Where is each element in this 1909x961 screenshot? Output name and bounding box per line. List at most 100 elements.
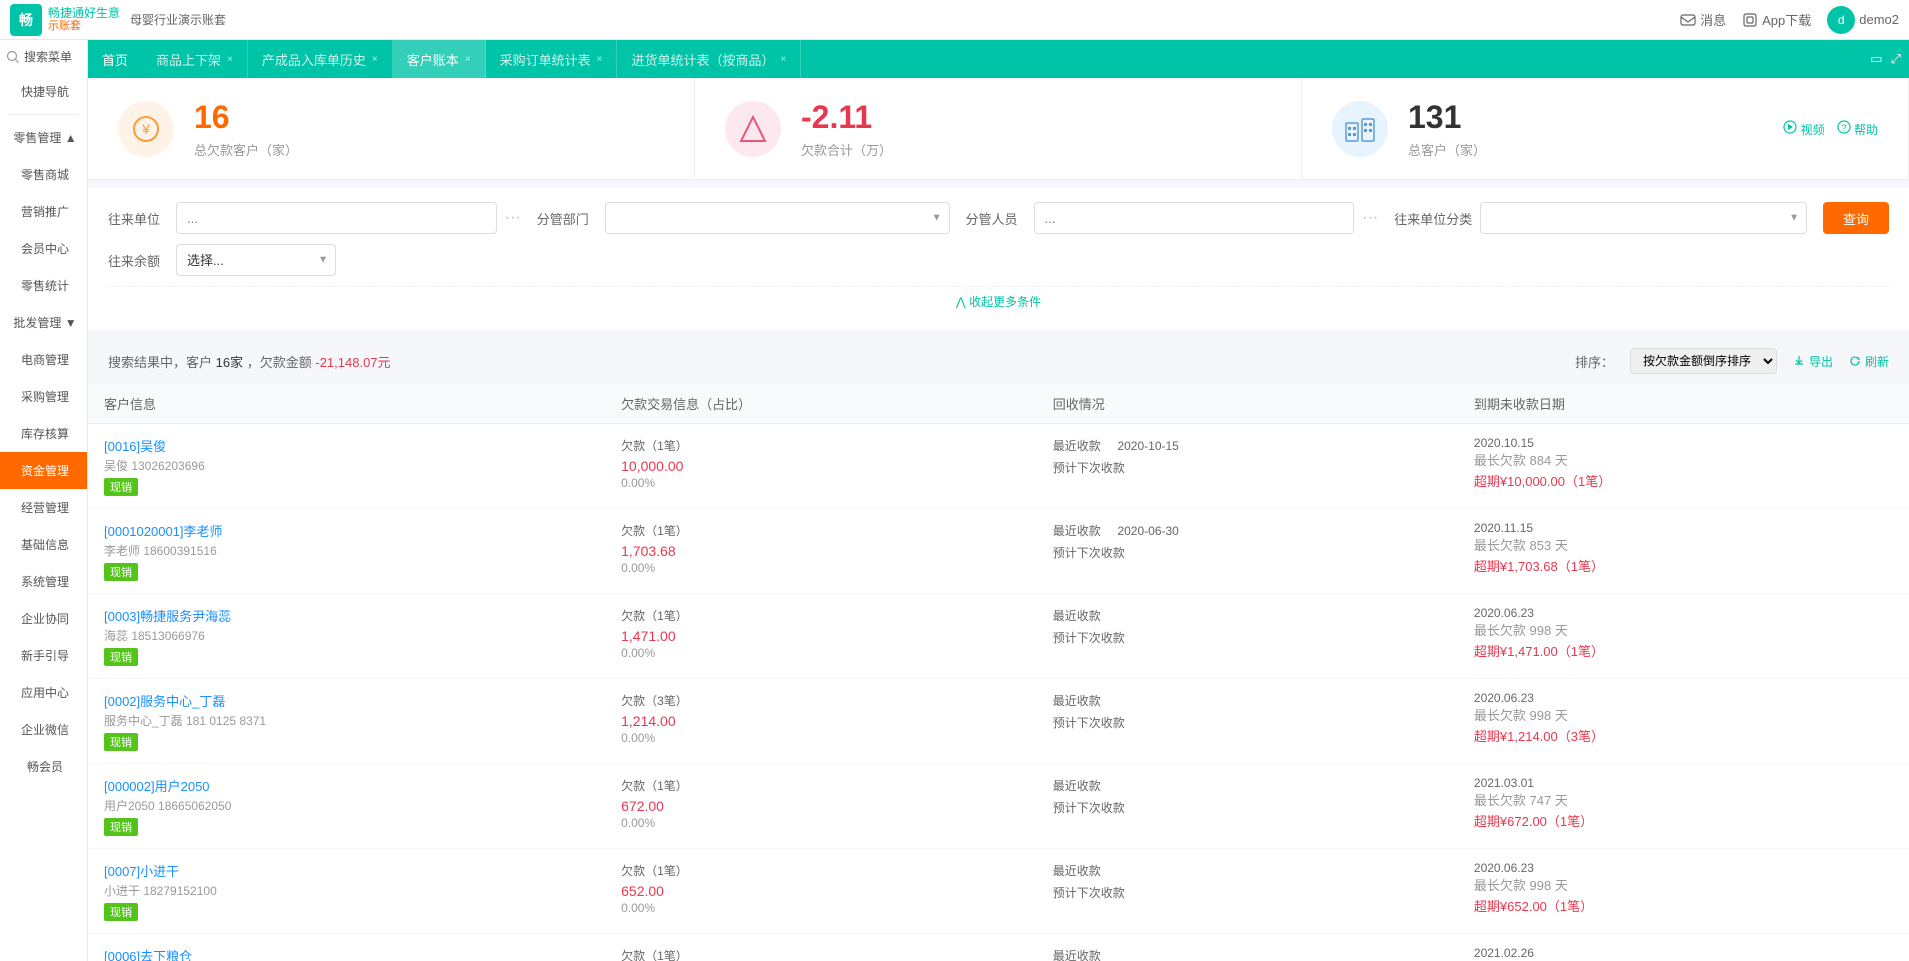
- due-date: 2020.10.15: [1474, 436, 1893, 450]
- sidebar-item-marketing[interactable]: 营销推广: [0, 193, 87, 230]
- sidebar-item-app-center[interactable]: 应用中心: [0, 674, 87, 711]
- tab-close-purchase-order[interactable]: ×: [597, 54, 603, 65]
- tab-inbound-stats[interactable]: 进货单统计表（按商品） ×: [617, 40, 801, 78]
- counterpart-unit-input[interactable]: [176, 202, 497, 234]
- logo-text: 畅捷通好生意: [48, 6, 120, 20]
- debt-count: 欠款（1笔）: [621, 776, 1021, 798]
- sort-select[interactable]: 按欠款金额倒序排序: [1630, 348, 1777, 374]
- manager-input[interactable]: [1034, 202, 1355, 234]
- sidebar-item-member-center[interactable]: 会员中心: [0, 230, 87, 267]
- tab-customer-account[interactable]: 客户账本 ×: [393, 40, 486, 78]
- sidebar-item-member-plus[interactable]: 畅会员: [0, 748, 87, 785]
- sidebar-item-retail-mgmt[interactable]: 零售管理 ▲: [0, 119, 87, 156]
- sidebar-item-new-guide[interactable]: 新手引导: [0, 637, 87, 674]
- overdue-amount[interactable]: 超期¥1,471.00（1笔）: [1474, 641, 1893, 660]
- due-date: 2021.03.01: [1474, 776, 1893, 790]
- overdue-days: 最长欠款 998 天: [1474, 620, 1893, 639]
- results-bar: 搜索结果中，客户 16家 ，欠款金额 -21,148.07元 排序： 按欠款金额…: [88, 338, 1909, 384]
- debt-ratio: 0.00%: [621, 476, 1021, 490]
- message-btn[interactable]: 消息: [1680, 10, 1726, 29]
- stat-content-overdue-amount: -2.11 欠款合计（万）: [801, 98, 892, 159]
- sidebar-item-quick-nav[interactable]: 快捷导航: [0, 73, 87, 110]
- stat-card-overdue-customers: ¥ 16 总欠款客户（家）: [88, 78, 695, 179]
- tab-purchase-order[interactable]: 采购订单统计表 ×: [486, 40, 618, 78]
- cell-customer-info: [000002]用户2050 用户2050 18665062050 现销: [88, 764, 605, 849]
- tab-minimize-btn[interactable]: ▭: [1870, 51, 1882, 67]
- customer-name-link[interactable]: [0016]吴俊: [104, 439, 166, 454]
- sidebar-search[interactable]: 搜索菜单: [0, 40, 87, 73]
- customer-name-link[interactable]: [0007]小进干: [104, 864, 179, 879]
- cell-due-date: 2020.11.15 最长欠款 853 天 超期¥1,703.68（1笔）: [1458, 509, 1909, 594]
- tab-production-history[interactable]: 产成品入库单历史 ×: [248, 40, 393, 78]
- data-table-wrapper: 客户信息 欠款交易信息（占比） 回收情况 到期未收款日期 [0016]吴俊 吴俊…: [88, 384, 1909, 961]
- user-avatar[interactable]: d demo2: [1827, 6, 1899, 34]
- counterpart-unit-dots[interactable]: ···: [505, 209, 521, 227]
- tab-maximize-btn[interactable]: ⤢: [1891, 51, 1901, 67]
- svg-text:?: ?: [1841, 123, 1846, 133]
- sidebar-item-inventory[interactable]: 库存核算: [0, 415, 87, 452]
- unit-class-select[interactable]: [1480, 202, 1807, 234]
- table-row: [0001020001]李老师 李老师 18600391516 现销 欠款（1笔…: [88, 509, 1909, 594]
- query-button[interactable]: 查询: [1823, 202, 1889, 234]
- stat-card-total-customers: 131 总客户（家） 视频 ? 帮助: [1302, 78, 1909, 179]
- stat-number-overdue-customers: 16: [194, 98, 298, 136]
- debt-count: 欠款（1笔）: [621, 861, 1021, 883]
- overdue-days: 最长欠款 884 天: [1474, 450, 1893, 469]
- customer-phone: 吴俊 13026203696: [104, 457, 589, 474]
- customer-name-link[interactable]: [000002]用户2050: [104, 779, 210, 794]
- debt-count: 欠款（1笔）: [621, 521, 1021, 543]
- stat-label-overdue-amount: 欠款合计（万）: [801, 140, 892, 159]
- video-btn[interactable]: 视频: [1783, 120, 1824, 138]
- cell-customer-info: [0002]服务中心_丁磊 服务中心_丁磊 181 0125 8371 现销: [88, 679, 605, 764]
- dept-select[interactable]: [605, 202, 950, 234]
- tab-products-off[interactable]: 商品上下架 ×: [142, 40, 248, 78]
- company-selector[interactable]: 母婴行业演示账套: [130, 11, 226, 28]
- manager-dots[interactable]: ···: [1362, 209, 1378, 227]
- cell-debt-info: 欠款（1笔） 672.00 0.00%: [605, 764, 1037, 849]
- customer-phone: 小进干 18279152100: [104, 882, 589, 899]
- balance-select[interactable]: 选择...: [176, 244, 336, 276]
- sort-label: 排序：: [1575, 352, 1614, 371]
- tab-close-inbound-stats[interactable]: ×: [780, 54, 786, 65]
- customer-name-link[interactable]: [0003]畅捷服务尹海蕊: [104, 609, 231, 624]
- tab-close-production-history[interactable]: ×: [372, 54, 378, 65]
- tab-close-customer-account[interactable]: ×: [465, 54, 471, 65]
- top-bar: 畅 畅捷通好生意 示账套 母婴行业演示账套 消息 App下载 d demo2: [0, 0, 1909, 40]
- sidebar-item-retail-stats[interactable]: 零售统计: [0, 267, 87, 304]
- collapse-more-btn[interactable]: ⋀ 收起更多条件: [108, 286, 1889, 316]
- main-layout: 搜索菜单 快捷导航 零售管理 ▲ 零售商城 营销推广 会员中心 零售统计 批发: [0, 40, 1909, 961]
- help-btn[interactable]: ? 帮助: [1837, 120, 1878, 138]
- sidebar-item-retail-mall[interactable]: 零售商城: [0, 156, 87, 193]
- sidebar-item-batch-mgmt[interactable]: 批发管理 ▼: [0, 304, 87, 341]
- last-collect-label: 最近收款: [1053, 776, 1442, 798]
- sidebar-item-system-mgmt[interactable]: 系统管理: [0, 563, 87, 600]
- tab-home[interactable]: 首页: [88, 40, 142, 78]
- overdue-amount[interactable]: 超期¥652.00（1笔）: [1474, 896, 1893, 915]
- filter-counterpart-unit: 往来单位 ···: [108, 202, 521, 234]
- refresh-btn[interactable]: 刷新: [1849, 353, 1889, 370]
- debt-ratio: 0.00%: [621, 731, 1021, 745]
- app-download-btn[interactable]: App下载: [1742, 10, 1811, 29]
- customer-name-link[interactable]: [0002]服务中心_丁磊: [104, 694, 225, 709]
- sidebar-item-enterprise-collab[interactable]: 企业协同: [0, 600, 87, 637]
- debt-amount: 652.00: [621, 883, 1021, 899]
- sidebar-item-basic-info[interactable]: 基础信息: [0, 526, 87, 563]
- customer-name-link[interactable]: [0001020001]李老师: [104, 524, 223, 539]
- sidebar-item-enterprise-wechat[interactable]: 企业微信: [0, 711, 87, 748]
- sidebar-item-finance-mgmt[interactable]: 资金管理: [0, 452, 87, 489]
- export-btn[interactable]: 导出: [1793, 353, 1833, 370]
- overdue-amount[interactable]: 超期¥1,214.00（3笔）: [1474, 726, 1893, 745]
- overdue-amount[interactable]: 超期¥672.00（1笔）: [1474, 811, 1893, 830]
- last-collect-label: 最近收款: [1053, 861, 1442, 883]
- last-collect-label: 最近收款: [1053, 946, 1442, 961]
- results-actions: 排序： 按欠款金额倒序排序 导出 刷新: [1575, 348, 1889, 374]
- sidebar-item-ecommerce[interactable]: 电商管理: [0, 341, 87, 378]
- sidebar-item-purchase-mgmt[interactable]: 采购管理: [0, 378, 87, 415]
- overdue-amount[interactable]: 超期¥1,703.68（1笔）: [1474, 556, 1893, 575]
- stat-icon-overdue-amount: [725, 101, 781, 157]
- customer-name-link[interactable]: [0006]去下粮仓: [104, 949, 192, 961]
- tab-close-products-off[interactable]: ×: [227, 54, 233, 65]
- overdue-amount[interactable]: 超期¥10,000.00（1笔）: [1474, 471, 1893, 490]
- filter-label-unit-class: 往来单位分类: [1394, 209, 1472, 228]
- sidebar-item-operations-mgmt[interactable]: 经营管理: [0, 489, 87, 526]
